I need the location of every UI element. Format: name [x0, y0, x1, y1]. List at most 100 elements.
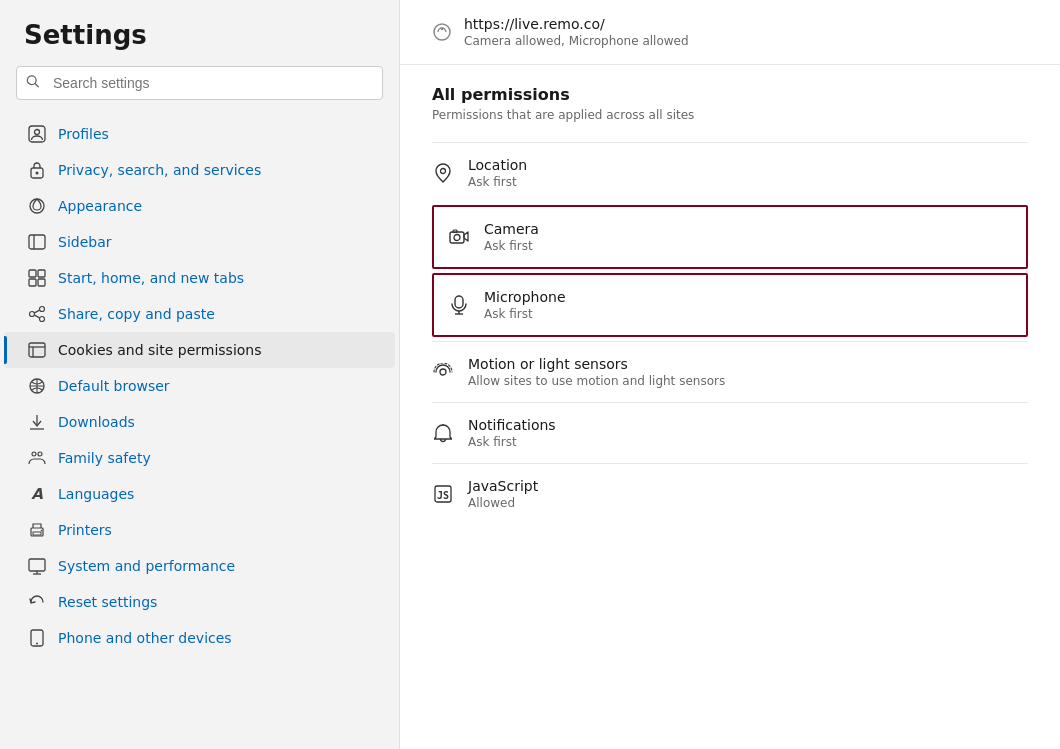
downloads-icon — [28, 413, 46, 431]
search-input[interactable] — [16, 66, 383, 100]
sidebar-item-default-browser-label: Default browser — [58, 378, 170, 394]
svg-point-24 — [32, 452, 36, 456]
svg-rect-40 — [455, 296, 463, 308]
sidebar-item-start-home[interactable]: Start, home, and new tabs — [4, 260, 395, 296]
svg-rect-37 — [450, 232, 464, 243]
sidebar-item-printers[interactable]: Printers — [4, 512, 395, 548]
svg-point-3 — [35, 130, 40, 135]
sidebar-item-phone[interactable]: Phone and other devices — [4, 620, 395, 656]
svg-point-5 — [36, 172, 39, 175]
svg-point-43 — [440, 369, 446, 375]
site-row[interactable]: https://live.remo.co/ Camera allowed, Mi… — [400, 0, 1060, 65]
svg-rect-27 — [33, 532, 41, 535]
site-description: Camera allowed, Microphone allowed — [464, 34, 689, 48]
permission-javascript[interactable]: JS JavaScript Allowed — [432, 463, 1028, 524]
location-text: Location Ask first — [468, 157, 527, 189]
svg-line-17 — [34, 315, 39, 318]
sidebar-item-sidebar-label: Sidebar — [58, 234, 112, 250]
page-title: Settings — [0, 20, 399, 66]
sidebar-item-system-label: System and performance — [58, 558, 235, 574]
svg-point-34 — [434, 24, 450, 40]
cookies-icon — [28, 341, 46, 359]
sidebar-item-languages[interactable]: A Languages — [4, 476, 395, 512]
sidebar-item-profiles-label: Profiles — [58, 126, 109, 142]
javascript-name: JavaScript — [468, 478, 538, 494]
all-permissions-section: All permissions Permissions that are app… — [400, 65, 1060, 142]
notifications-status: Ask first — [468, 435, 556, 449]
sidebar-item-sidebar[interactable]: Sidebar — [4, 224, 395, 260]
sidebar-item-privacy[interactable]: Privacy, search, and services — [4, 152, 395, 188]
sidebar-item-appearance[interactable]: Appearance — [4, 188, 395, 224]
permission-microphone[interactable]: Microphone Ask first — [434, 275, 1026, 335]
svg-rect-9 — [29, 270, 36, 277]
svg-rect-11 — [29, 279, 36, 286]
sidebar-item-downloads[interactable]: Downloads — [4, 404, 395, 440]
svg-point-33 — [36, 643, 38, 645]
camera-status: Ask first — [484, 239, 539, 253]
sidebar-item-printers-label: Printers — [58, 522, 112, 538]
all-permissions-title: All permissions — [432, 85, 1028, 104]
svg-point-36 — [441, 169, 446, 174]
family-safety-icon — [28, 449, 46, 467]
permission-motion-sensors[interactable]: Motion or light sensors Allow sites to u… — [432, 341, 1028, 402]
sidebar-item-phone-label: Phone and other devices — [58, 630, 232, 646]
permission-notifications[interactable]: Notifications Ask first — [432, 402, 1028, 463]
svg-text:JS: JS — [437, 490, 449, 501]
svg-point-35 — [441, 28, 443, 30]
permission-camera[interactable]: Camera Ask first — [434, 207, 1026, 267]
svg-rect-39 — [453, 230, 457, 233]
svg-point-13 — [40, 307, 45, 312]
sidebar-icon — [28, 233, 46, 251]
camera-name: Camera — [484, 221, 539, 237]
location-name: Location — [468, 157, 527, 173]
main-content: https://live.remo.co/ Camera allowed, Mi… — [400, 0, 1060, 749]
languages-icon: A — [28, 485, 46, 503]
appearance-icon — [28, 197, 46, 215]
sidebar-item-default-browser[interactable]: Default browser — [4, 368, 395, 404]
permission-location[interactable]: Location Ask first — [432, 142, 1028, 203]
camera-icon — [448, 226, 470, 248]
sidebar-item-family-safety-label: Family safety — [58, 450, 151, 466]
search-container — [16, 66, 383, 100]
svg-rect-7 — [29, 235, 45, 249]
microphone-status: Ask first — [484, 307, 566, 321]
phone-icon — [28, 629, 46, 647]
sidebar-item-share-copy[interactable]: Share, copy and paste — [4, 296, 395, 332]
svg-rect-12 — [38, 279, 45, 286]
svg-rect-10 — [38, 270, 45, 277]
location-status: Ask first — [468, 175, 527, 189]
location-icon — [432, 162, 454, 184]
sidebar-item-system[interactable]: System and performance — [4, 548, 395, 584]
microphone-icon — [448, 294, 470, 316]
sidebar-item-profiles[interactable]: Profiles — [4, 116, 395, 152]
svg-point-25 — [38, 452, 42, 456]
sidebar-item-reset[interactable]: Reset settings — [4, 584, 395, 620]
svg-point-6 — [30, 199, 44, 213]
svg-point-14 — [30, 312, 35, 317]
svg-line-1 — [35, 84, 38, 87]
svg-rect-18 — [29, 343, 45, 357]
share-copy-icon — [28, 305, 46, 323]
svg-rect-29 — [29, 559, 45, 571]
motion-sensors-name: Motion or light sensors — [468, 356, 725, 372]
motion-sensors-status: Allow sites to use motion and light sens… — [468, 374, 725, 388]
svg-line-16 — [34, 310, 39, 313]
javascript-icon: JS — [432, 483, 454, 505]
svg-point-38 — [454, 235, 460, 241]
sidebar-item-cookies-label: Cookies and site permissions — [58, 342, 262, 358]
search-icon — [26, 75, 40, 92]
svg-point-28 — [41, 530, 43, 532]
notifications-text: Notifications Ask first — [468, 417, 556, 449]
sidebar-item-appearance-label: Appearance — [58, 198, 142, 214]
camera-highlight-box: Camera Ask first — [432, 205, 1028, 269]
motion-sensors-text: Motion or light sensors Allow sites to u… — [468, 356, 725, 388]
sidebar-item-downloads-label: Downloads — [58, 414, 135, 430]
motion-sensors-icon — [432, 361, 454, 383]
sidebar: Settings Profiles Priv — [0, 0, 400, 749]
site-favicon — [432, 22, 452, 42]
camera-text: Camera Ask first — [484, 221, 539, 253]
sidebar-item-cookies[interactable]: Cookies and site permissions — [4, 332, 395, 368]
permissions-list: Location Ask first Camera Ask first — [400, 142, 1060, 524]
site-url: https://live.remo.co/ — [464, 16, 689, 32]
sidebar-item-family-safety[interactable]: Family safety — [4, 440, 395, 476]
